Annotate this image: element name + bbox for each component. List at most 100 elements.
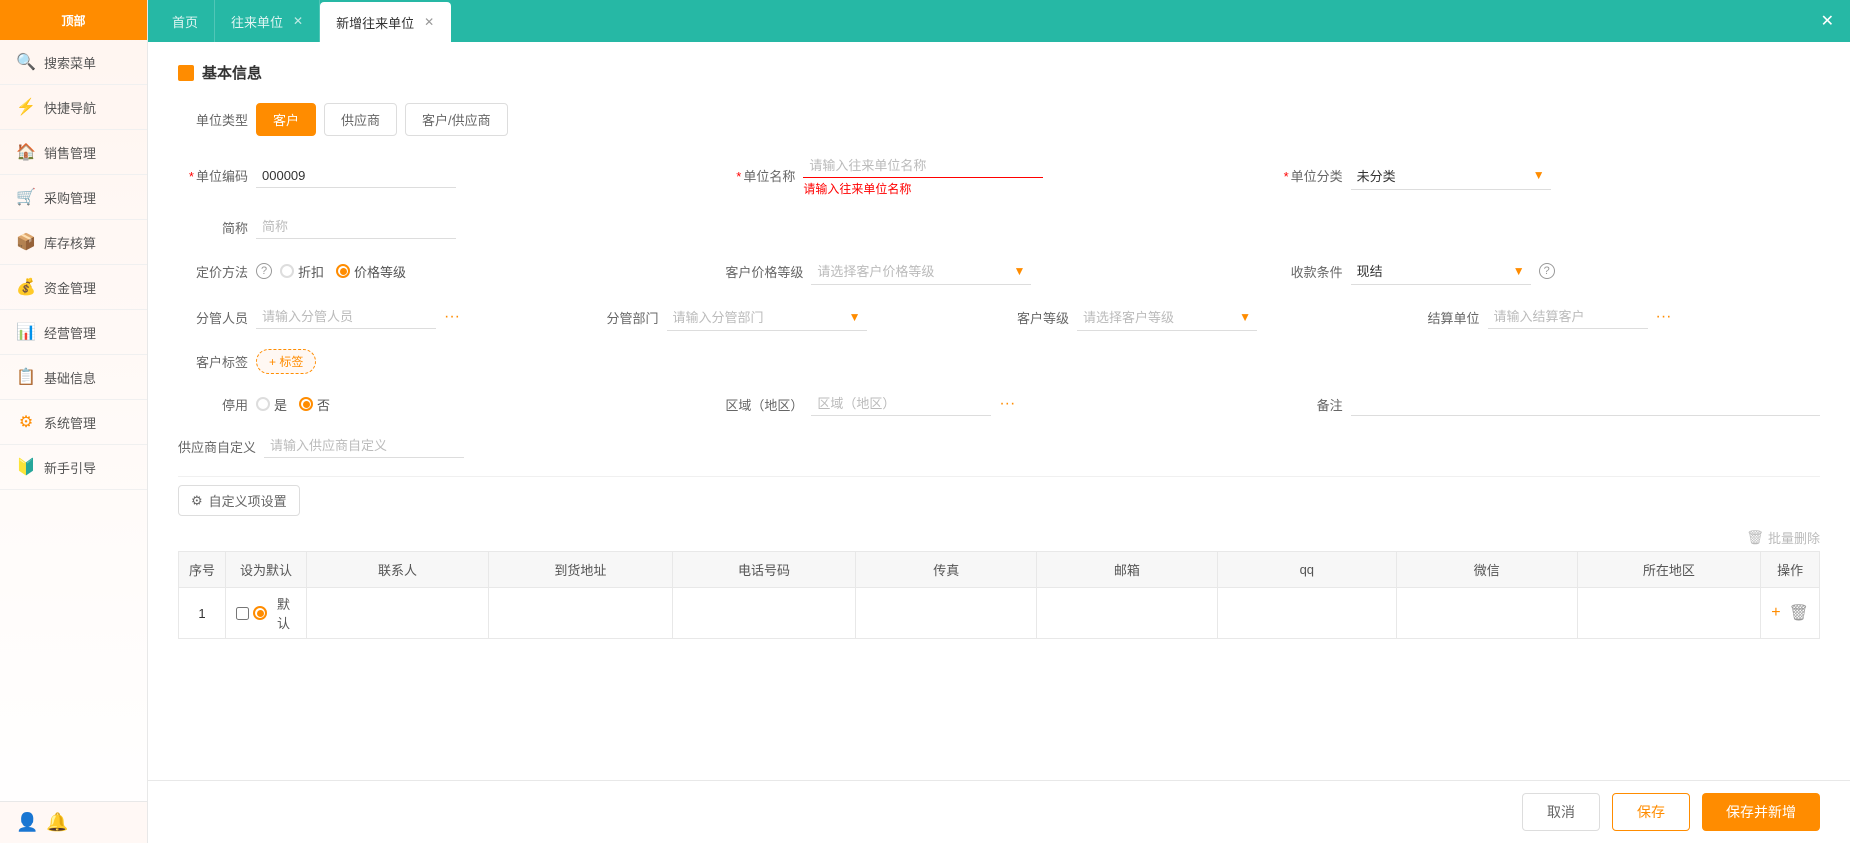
region-label: 区域（地区） (725, 395, 803, 414)
unit-category-select[interactable]: 未分类 ▼ (1351, 162, 1551, 190)
row-delete-button[interactable]: 🗑 (1789, 603, 1809, 623)
section-flag-icon (178, 65, 194, 81)
manager-row: 分管人员 ··· 分管部门 请输入分管部门 ▼ 客户等级 请选择客户等级 (178, 303, 1820, 331)
row-region-input[interactable] (1588, 606, 1751, 621)
quick-nav-icon: ⚡ (16, 97, 36, 117)
customer-tag-label: 客户标签 (178, 352, 248, 371)
col-email: 邮箱 (1037, 552, 1218, 588)
row-default-radio[interactable]: 默认 (253, 594, 296, 632)
row-region[interactable] (1577, 588, 1761, 639)
region-input[interactable] (811, 392, 991, 416)
row-default-cell: 默认 (226, 588, 307, 639)
supplier-custom-row: 供应商自定义 (178, 434, 1820, 458)
dept-group: 分管部门 请输入分管部门 ▼ (589, 303, 1000, 331)
settlement-unit-group: 结算单位 ··· (1410, 305, 1821, 329)
customer-level-select[interactable]: 请选择客户等级 ▼ (1077, 303, 1257, 331)
sidebar-item-search[interactable]: 🔍搜索菜单 (0, 40, 147, 85)
pricing-method-label: 定价方法 (178, 262, 248, 281)
unit-type-label: 单位类型 (178, 110, 248, 129)
price-level-radio[interactable]: 价格等级 (336, 262, 406, 281)
supplier-type-button[interactable]: 供应商 (324, 103, 397, 136)
row-add-button[interactable]: + (1771, 604, 1780, 622)
sidebar-item-quick-nav[interactable]: ⚡快捷导航 (0, 85, 147, 130)
row-address[interactable] (489, 588, 673, 639)
remark-input[interactable] (1351, 392, 1820, 416)
customer-type-button[interactable]: 客户 (256, 103, 316, 136)
row-phone-input[interactable] (683, 606, 846, 621)
row-fax-input[interactable] (866, 606, 1026, 621)
row-checkbox[interactable] (236, 607, 249, 620)
row-email[interactable] (1037, 588, 1218, 639)
pricing-help-icon[interactable]: ? (256, 263, 272, 279)
row-email-input[interactable] (1047, 606, 1207, 621)
sidebar-item-basic-info[interactable]: 📋基础信息 (0, 355, 147, 400)
finance-label: 资金管理 (44, 278, 96, 297)
cancel-button[interactable]: 取消 (1522, 793, 1600, 831)
supplier-custom-input[interactable] (264, 434, 464, 458)
unit-name-input[interactable] (803, 154, 1043, 178)
region-group: 区域（地区） ··· (725, 392, 1272, 416)
disable-no-radio[interactable]: 否 (299, 395, 330, 414)
payment-terms-select[interactable]: 现结 ▼ (1351, 257, 1531, 285)
purchase-label: 采购管理 (44, 188, 96, 207)
custom-setting-button[interactable]: ⚙ 自定义项设置 (178, 485, 300, 516)
tab-home[interactable]: 首页 (156, 0, 215, 42)
discount-radio[interactable]: 折扣 (280, 262, 324, 281)
unit-type-buttons: 客户 供应商 客户/供应商 (256, 103, 508, 136)
sidebar-logo: 顶部 (0, 0, 147, 40)
search-icon: 🔍 (16, 52, 36, 72)
customer-price-select[interactable]: 请选择客户价格等级 ▼ (811, 257, 1031, 285)
row-wechat-input[interactable] (1407, 606, 1567, 621)
tab-partners-close[interactable]: ✕ (293, 14, 303, 28)
customer-tag-row: 客户标签 + 标签 (178, 349, 1820, 374)
payment-terms-help-icon[interactable]: ? (1539, 263, 1555, 279)
save-button[interactable]: 保存 (1612, 793, 1690, 831)
row-contact[interactable] (306, 588, 488, 639)
unit-category-label: 单位分类 (1273, 166, 1343, 185)
basic-info-label: 基础信息 (44, 368, 96, 387)
manager-label: 分管人员 (178, 308, 248, 327)
pricing-row: 定价方法 ? 折扣 价格等级 客户价格等级 (178, 257, 1820, 285)
sidebar-item-finance[interactable]: 💰资金管理 (0, 265, 147, 310)
disable-yes-radio[interactable]: 是 (256, 395, 287, 414)
short-name-input[interactable] (256, 215, 456, 239)
manager-dots-button[interactable]: ··· (440, 308, 464, 326)
dept-select[interactable]: 请输入分管部门 ▼ (667, 303, 867, 331)
both-type-button[interactable]: 客户/供应商 (405, 103, 508, 136)
pricing-radio-group: 折扣 价格等级 (280, 262, 406, 281)
row-phone[interactable] (672, 588, 856, 639)
sidebar-item-sales[interactable]: 🏠销售管理 (0, 130, 147, 175)
sidebar-item-operations[interactable]: 📊经营管理 (0, 310, 147, 355)
tab-new-partner[interactable]: 新增往来单位✕ (320, 2, 451, 42)
disable-row: 停用 是 否 区域（地区） (178, 392, 1820, 416)
manager-input[interactable] (256, 305, 436, 329)
unit-code-input[interactable] (256, 164, 456, 188)
row-qq[interactable] (1217, 588, 1396, 639)
row-qq-input[interactable] (1228, 606, 1386, 621)
col-wechat: 微信 (1396, 552, 1577, 588)
region-dots-button[interactable]: ··· (995, 395, 1019, 413)
row-index: 1 (179, 588, 226, 639)
sidebar-item-guide[interactable]: 🔰新手引导 (0, 445, 147, 490)
tab-new-partner-close[interactable]: ✕ (424, 15, 434, 29)
row-action-group: + 🗑 (1771, 603, 1809, 623)
row-wechat[interactable] (1396, 588, 1577, 639)
close-all-tabs-button[interactable]: ✕ (1813, 11, 1842, 31)
discount-radio-circle (280, 264, 294, 278)
settlement-unit-input[interactable] (1488, 305, 1648, 329)
sidebar-item-purchase[interactable]: 🛒采购管理 (0, 175, 147, 220)
row-address-input[interactable] (499, 606, 662, 621)
guide-icon: 🔰 (16, 457, 36, 477)
table-header-row: 序号 设为默认 联系人 到货地址 电话号码 传真 邮箱 qq 微信 所在地区 操… (179, 552, 1820, 588)
sidebar-item-inventory[interactable]: 📦库存核算 (0, 220, 147, 265)
batch-delete-label[interactable]: 批量删除 (1768, 528, 1820, 547)
custom-setting-label: 自定义项设置 (209, 491, 287, 510)
tab-partners[interactable]: 往来单位✕ (215, 0, 320, 42)
unit-code-label: 单位编码 (178, 166, 248, 185)
settlement-unit-dots-button[interactable]: ··· (1652, 308, 1676, 326)
add-tag-button[interactable]: + 标签 (256, 349, 316, 374)
sidebar-item-system[interactable]: ⚙系统管理 (0, 400, 147, 445)
row-contact-input[interactable] (317, 606, 478, 621)
save-new-button[interactable]: 保存并新增 (1702, 793, 1820, 831)
row-fax[interactable] (856, 588, 1037, 639)
